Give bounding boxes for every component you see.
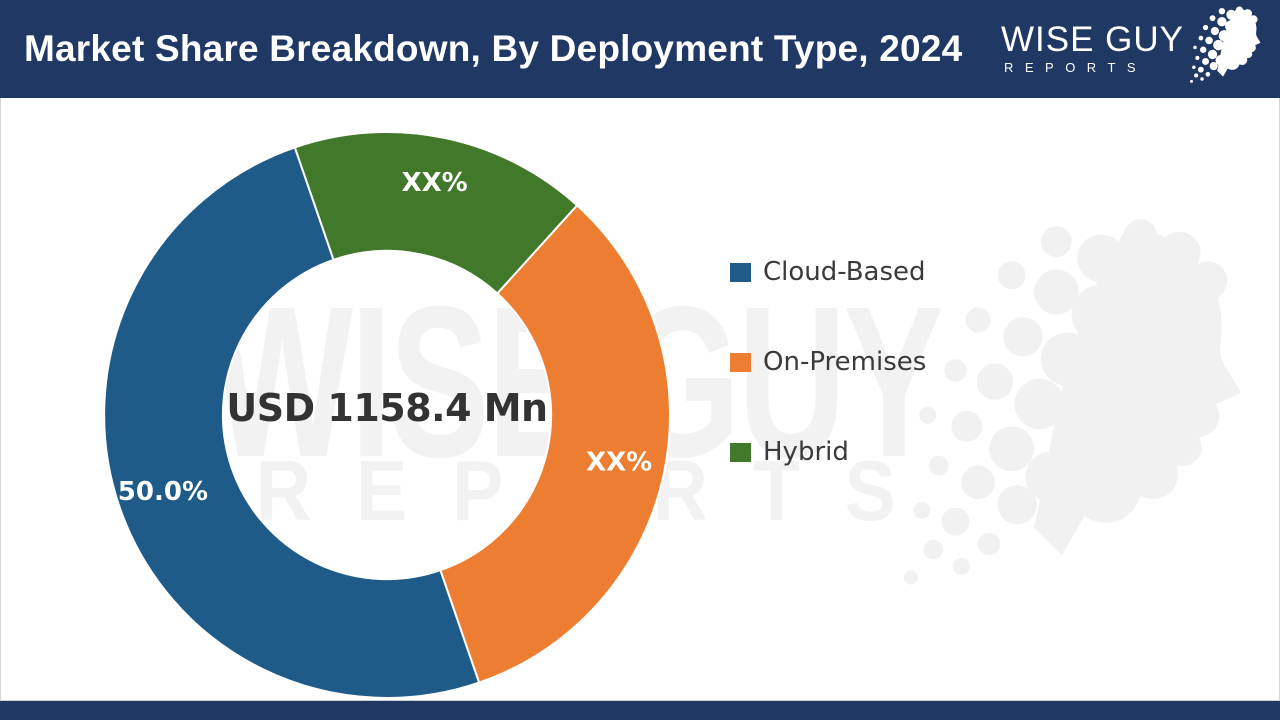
face-dot bbox=[1192, 65, 1196, 70]
face-dot bbox=[1198, 35, 1204, 41]
face-dot bbox=[997, 261, 1026, 290]
footer-bar bbox=[0, 701, 1280, 720]
legend-swatch-hybrid bbox=[730, 442, 751, 462]
face-dot bbox=[1003, 317, 1043, 357]
face-dot bbox=[965, 307, 991, 333]
face-dot bbox=[1218, 7, 1226, 15]
face-dot bbox=[944, 359, 967, 382]
wedge-pct-label: XX% bbox=[586, 448, 652, 478]
face-dot bbox=[1194, 73, 1199, 78]
chart-area: WISE GUY REPORTS 50.0%XX%XX% USD 1158.4 … bbox=[0, 98, 1280, 701]
face-dot bbox=[952, 558, 970, 575]
legend-swatch-cloud-based bbox=[730, 262, 751, 282]
wedge-pct-label: 50.0% bbox=[118, 477, 208, 507]
legend-label: Cloud-Based bbox=[763, 257, 926, 287]
donut-center-value: USD 1158.4 Mn bbox=[226, 386, 548, 430]
face-dot bbox=[923, 539, 943, 560]
face-dot bbox=[1195, 55, 1200, 60]
face-dot bbox=[1193, 45, 1197, 50]
face-dot bbox=[1199, 46, 1207, 53]
logo-text: WISE GUY REPORTS bbox=[1000, 20, 1184, 76]
face-dot bbox=[976, 363, 1013, 400]
face-dot bbox=[1202, 57, 1210, 65]
face-dot bbox=[1205, 71, 1211, 77]
face-dot bbox=[1197, 66, 1204, 73]
legend-item-hybrid[interactable]: Hybrid bbox=[730, 438, 926, 466]
header-bar: Market Share Breakdown, By Deployment Ty… bbox=[0, 0, 1280, 98]
face-dot bbox=[1041, 226, 1072, 257]
wedge-pct-label: XX% bbox=[402, 168, 468, 198]
legend-label: On-Premises bbox=[763, 347, 927, 377]
logo-brand-name: WISE GUY bbox=[1000, 20, 1184, 59]
face-dot bbox=[1034, 269, 1079, 315]
face-dot bbox=[941, 507, 970, 536]
face-dot bbox=[1190, 79, 1193, 83]
face-dot bbox=[1205, 36, 1213, 45]
face-dot bbox=[903, 570, 918, 585]
face-dot bbox=[961, 465, 995, 500]
face-dot bbox=[1217, 17, 1227, 27]
face-dot bbox=[1209, 15, 1216, 22]
face-dot bbox=[951, 411, 983, 442]
face-dot bbox=[1210, 26, 1219, 36]
face-dot bbox=[989, 426, 1034, 472]
logo-face-icon bbox=[1190, 6, 1261, 83]
face-dot bbox=[1202, 24, 1209, 31]
legend-label: Hybrid bbox=[763, 437, 849, 467]
legend-item-cloud-based[interactable]: Cloud-Based bbox=[730, 258, 926, 286]
logo-brand-subtitle: REPORTS bbox=[1003, 60, 1148, 75]
face-dot bbox=[1200, 77, 1204, 81]
page-title: Market Share Breakdown, By Deployment Ty… bbox=[24, 28, 963, 69]
page: Market Share Breakdown, By Deployment Ty… bbox=[0, 0, 1280, 720]
face-dot bbox=[978, 532, 1001, 556]
legend-swatch-on-premises bbox=[730, 352, 751, 372]
face-dot bbox=[929, 455, 949, 476]
chart-legend: Cloud-Based On-Premises Hybrid bbox=[730, 258, 926, 528]
legend-item-on-premises[interactable]: On-Premises bbox=[730, 348, 926, 376]
face-dot bbox=[1207, 49, 1218, 60]
wise-guy-logo: WISE GUY REPORTS bbox=[1001, 4, 1264, 92]
watermark-face-icon bbox=[903, 219, 1242, 585]
